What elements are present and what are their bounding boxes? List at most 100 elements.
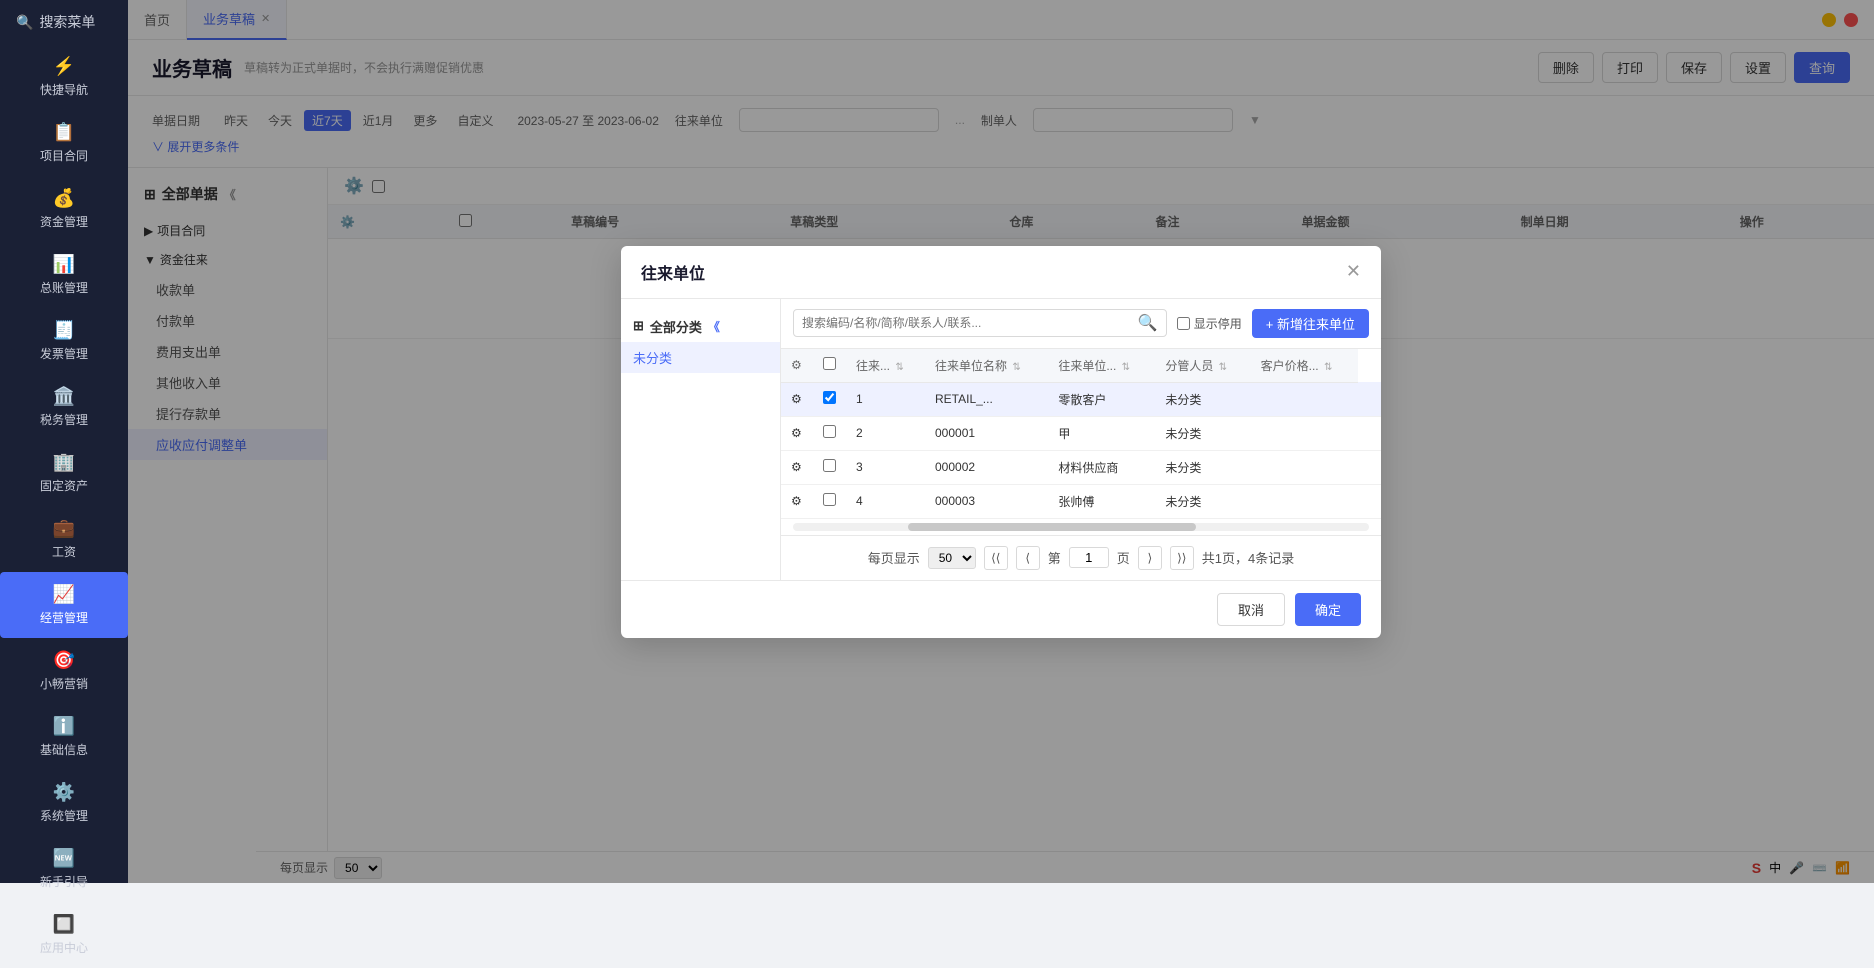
sidebar-item-label: 经营管理 [40,609,88,626]
sidebar-item-salary[interactable]: 💼 工资 [0,506,128,572]
col-code-sort-icon: ⇅ [895,362,903,373]
dialog-col-type: 往来单位... ⇅ [1048,349,1155,383]
row-type: 未分类 [1155,382,1250,416]
accounting-icon: 📊 [53,254,75,275]
quick-nav-icon: ⚡ [53,56,75,77]
category-panel: ⊞ 全部分类 《 未分类 [621,299,781,580]
row-name: 零散客户 [1048,382,1155,416]
row-checkbox[interactable] [813,484,846,518]
sidebar-search-label: 搜索菜单 [39,12,95,32]
sidebar-item-label: 税务管理 [40,411,88,428]
list-toolbar: 🔍 显示停用 + 新增往来单位 [781,299,1381,349]
per-page-select[interactable]: 50 [928,547,976,569]
scroll-thumb [908,523,1196,531]
sidebar-item-new-guide[interactable]: 🆕 新手引导 [0,836,128,902]
row-person [1251,484,1358,518]
per-page-label: 每页显示 [868,548,920,567]
row-price-cat [1358,416,1381,450]
dialog-col-name: 往来单位名称 ⇅ [925,349,1048,383]
dialog-table-row[interactable]: ⚙ 3 000002 材料供应商 未分类 [781,450,1381,484]
row-type: 未分类 [1155,450,1250,484]
sidebar-item-capital-mgmt[interactable]: 💰 资金管理 [0,176,128,242]
sidebar-item-accounting[interactable]: 📊 总账管理 [0,242,128,308]
sidebar-item-label: 工资 [52,543,76,560]
dialog-table-row[interactable]: ⚙ 1 RETAIL_... 零散客户 未分类 [781,382,1381,416]
row-checkbox[interactable] [813,450,846,484]
show-disabled-label[interactable]: 显示停用 [1177,315,1242,332]
dialog-select-all[interactable] [823,357,836,370]
row-name: 张帅傅 [1048,484,1155,518]
sidebar: 🔍 搜索菜单 ⚡ 快捷导航 📋 项目合同 💰 资金管理 📊 总账管理 🧾 发票管… [0,0,128,883]
sidebar-item-tax-mgmt[interactable]: 🏛️ 税务管理 [0,374,128,440]
fixed-assets-icon: 🏢 [53,452,75,473]
sidebar-item-system-mgmt[interactable]: ⚙️ 系统管理 [0,770,128,836]
cancel-button[interactable]: 取消 [1217,593,1285,626]
dialog: 往来单位 ✕ ⊞ 全部分类 《 未分类 [621,246,1381,638]
confirm-button[interactable]: 确定 [1295,593,1361,626]
dialog-search-input[interactable] [802,316,1132,330]
category-grid-icon: ⊞ [633,318,644,334]
col-type-label: 往来单位... [1058,359,1116,373]
sidebar-search[interactable]: 🔍 搜索菜单 [0,0,128,44]
add-unit-button[interactable]: + 新增往来单位 [1252,309,1369,338]
row-code: 000001 [925,416,1048,450]
sidebar-item-basic-info[interactable]: ℹ️ 基础信息 [0,704,128,770]
col-person-sort-icon: ⇅ [1219,362,1227,373]
page-suffix: 页 [1117,548,1130,567]
page-input[interactable] [1069,547,1109,568]
dialog-header: 往来单位 ✕ [621,246,1381,299]
sidebar-item-label: 应用中心 [40,939,88,956]
col-name-label: 往来单位名称 [935,359,1007,373]
row-checkbox[interactable] [813,416,846,450]
row-code: 000002 [925,450,1048,484]
horizontal-scrollbar[interactable] [793,523,1369,531]
next-page-btn[interactable]: ⟩ [1138,546,1162,570]
row-settings: ⚙ [781,484,813,518]
dialog-table-row[interactable]: ⚙ 2 000001 甲 未分类 [781,416,1381,450]
dialog-close-icon[interactable]: ✕ [1346,261,1361,282]
sidebar-item-quick-nav[interactable]: ⚡ 快捷导航 [0,44,128,110]
col-code-label: 往来... [856,359,890,373]
row-type: 未分类 [1155,484,1250,518]
first-page-btn[interactable]: ⟨⟨ [984,546,1008,570]
col-person-label: 分管人员 [1165,359,1213,373]
sidebar-item-label: 项目合同 [40,147,88,164]
sidebar-item-marketing[interactable]: 🎯 小畅营销 [0,638,128,704]
category-collapse-icon[interactable]: 《 [708,318,720,335]
dialog-body: ⊞ 全部分类 《 未分类 🔍 显示停用 [621,299,1381,580]
salary-icon: 💼 [53,518,75,539]
sidebar-item-label: 快捷导航 [40,81,88,98]
dialog-table-row[interactable]: ⚙ 4 000003 张帅傅 未分类 [781,484,1381,518]
sidebar-item-label: 新手引导 [40,873,88,890]
sidebar-item-app-center[interactable]: 🔲 应用中心 [0,902,128,968]
dialog-col-price: 客户价格... ⇅ [1251,349,1358,383]
category-uncategorized[interactable]: 未分类 [621,342,780,373]
show-disabled-checkbox[interactable] [1177,317,1190,330]
row-person [1251,416,1358,450]
row-price-cat [1358,450,1381,484]
sidebar-item-invoice-mgmt[interactable]: 🧾 发票管理 [0,308,128,374]
invoice-mgmt-icon: 🧾 [53,320,75,341]
uncategorized-label: 未分类 [633,351,672,366]
dialog-table: ⚙ 往来... ⇅ 往来单位名称 ⇅ [781,349,1381,519]
row-id: 4 [846,484,925,518]
row-name: 材料供应商 [1048,450,1155,484]
sidebar-item-fixed-assets[interactable]: 🏢 固定资产 [0,440,128,506]
prev-page-btn[interactable]: ⟨ [1016,546,1040,570]
project-contract-icon: 📋 [53,122,75,143]
page-label: 第 [1048,548,1061,567]
sidebar-item-label: 发票管理 [40,345,88,362]
basic-info-icon: ℹ️ [53,716,75,737]
category-header[interactable]: ⊞ 全部分类 《 [621,311,780,342]
sidebar-item-project-contract[interactable]: 📋 项目合同 [0,110,128,176]
modal-overlay: 往来单位 ✕ ⊞ 全部分类 《 未分类 [128,0,1874,883]
last-page-btn[interactable]: ⟩⟩ [1170,546,1194,570]
search-icon: 🔍 [16,14,33,31]
search-icon: 🔍 [1138,313,1158,333]
dialog-col-settings: ⚙ [781,349,813,383]
row-id: 3 [846,450,925,484]
sidebar-item-operations[interactable]: 📈 经营管理 [0,572,128,638]
row-checkbox[interactable] [813,382,846,416]
dialog-table-wrapper: ⚙ 往来... ⇅ 往来单位名称 ⇅ [781,349,1381,519]
operations-icon: 📈 [53,584,75,605]
